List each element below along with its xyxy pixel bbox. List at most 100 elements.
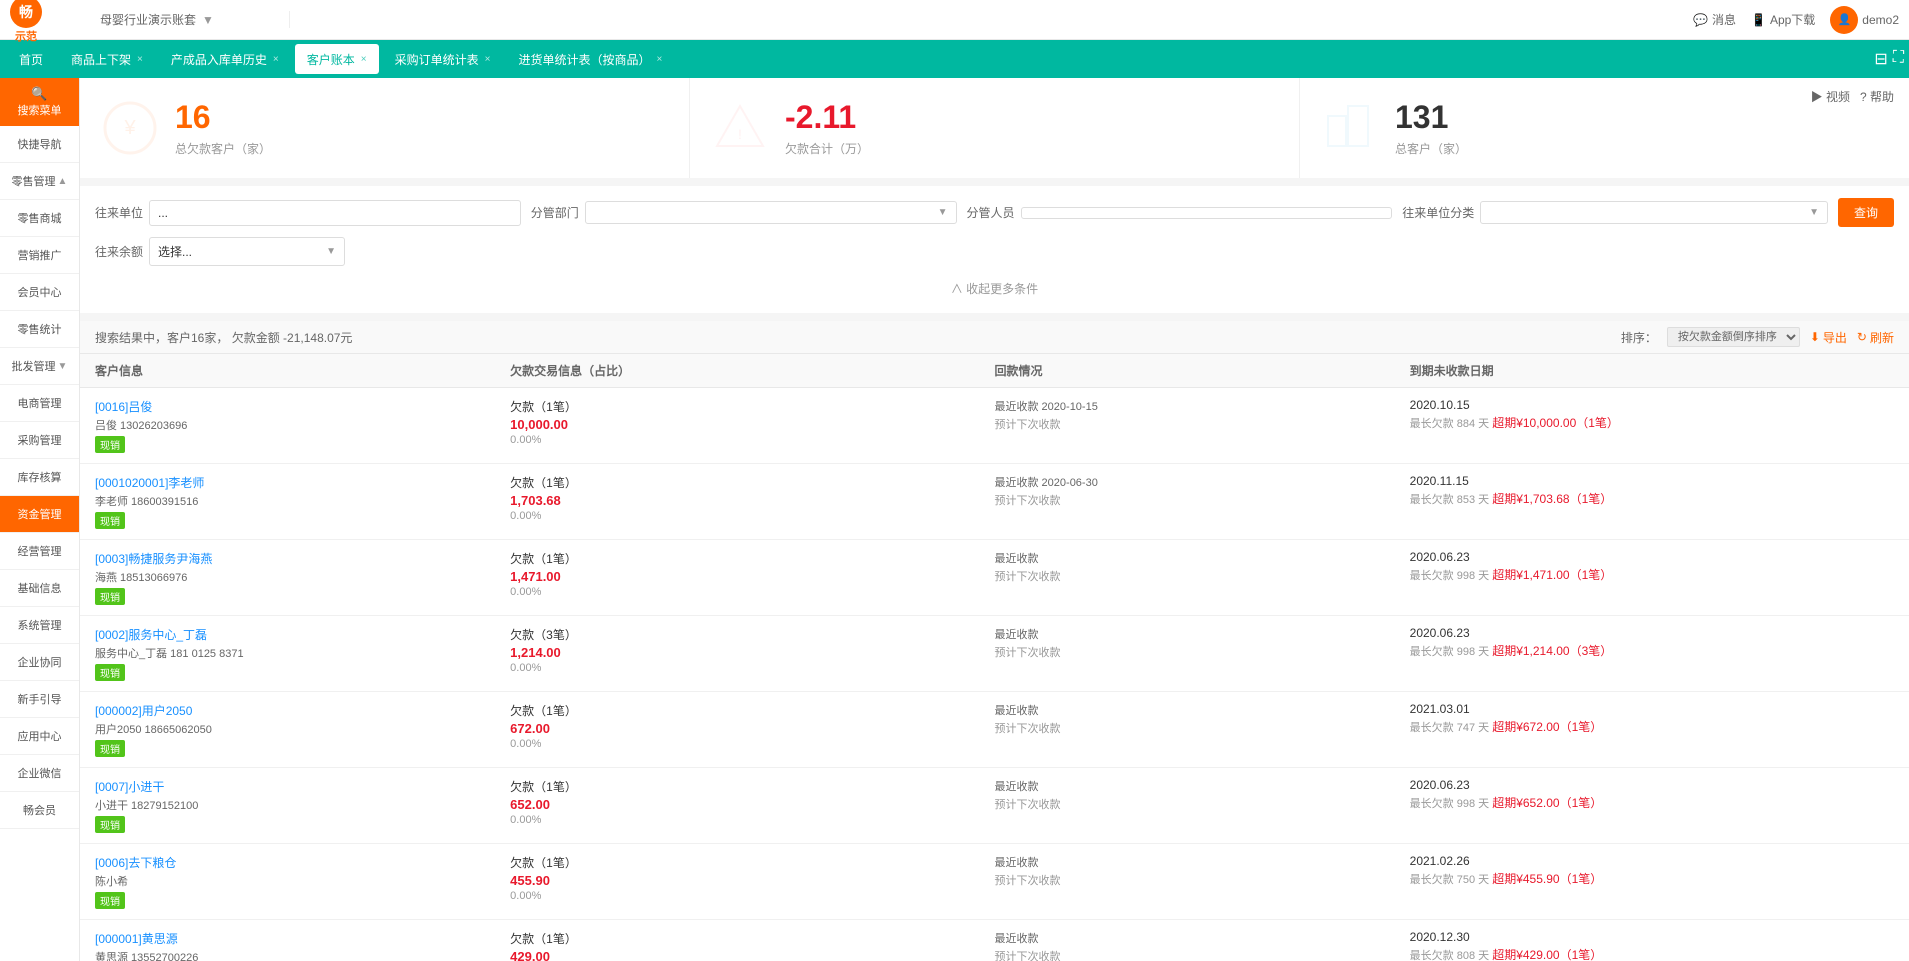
from-unit-input[interactable]: ... [149,200,521,226]
customer-name-0[interactable]: [0016]吕俊 [95,398,510,415]
customer-name-2[interactable]: [0003]畅捷服务尹海燕 [95,550,510,567]
sidebar-item-wecom[interactable]: 企业微信 [0,755,79,792]
overdue-amount-7[interactable]: 超期¥429.00（1笔） [1492,948,1602,961]
debt-amount-6[interactable]: 455.90 [510,873,994,888]
sidebar-item-retail-mgmt[interactable]: 零售管理 ▲ [0,163,79,200]
due-days-6: 最长欠款 750 天 超期¥455.90（1笔） [1410,870,1894,887]
sidebar-item-retail-mall[interactable]: 零售商城 [0,200,79,237]
customer-name-7[interactable]: [000001]黄思源 [95,930,510,947]
sidebar-item-system[interactable]: 系统管理 [0,607,79,644]
sidebar-item-finance[interactable]: 资金管理 [0,496,79,533]
due-days-3: 最长欠款 998 天 超期¥1,214.00（3笔） [1410,642,1894,659]
customer-name-1[interactable]: [0001020001]李老师 [95,474,510,491]
customer-name-5[interactable]: [0007]小进干 [95,778,510,795]
debt-info-4: 欠款（1笔） 672.00 0.00% [510,702,994,757]
customer-tag-3: 现销 [95,664,125,681]
tab-purchase-order[interactable]: 采购订单统计表 × [383,44,503,74]
tab-purchase-stats[interactable]: 进货单统计表（按商品） × [506,44,674,74]
sidebar-item-vip[interactable]: 畅会员 [0,792,79,829]
sidebar-item-operations[interactable]: 经营管理 [0,533,79,570]
sidebar-item-marketing[interactable]: 营销推广 [0,237,79,274]
overdue-amount-3[interactable]: 超期¥1,214.00（3笔） [1492,644,1612,658]
table-row: [0002]服务中心_丁磊 服务中心_丁磊 181 0125 8371 现销 欠… [80,616,1909,692]
sidebar-item-quick-nav[interactable]: 快捷导航 [0,126,79,163]
sidebar-item-app-center[interactable]: 应用中心 [0,718,79,755]
overdue-amount-4[interactable]: 超期¥672.00（1笔） [1492,720,1602,734]
company-selector[interactable]: 母婴行业演示账套 ▼ [90,11,290,28]
customer-name-3[interactable]: [0002]服务中心_丁磊 [95,626,510,643]
next-payment-1: 预计下次收款 [995,492,1410,508]
video-button[interactable]: ▶ 视频 [1811,88,1850,105]
cat-chevron-icon: ▼ [1809,207,1819,218]
customer-tag-2: 现销 [95,588,125,605]
overdue-amount-0[interactable]: 超期¥10,000.00（1笔） [1492,416,1619,430]
debt-amount-5[interactable]: 652.00 [510,797,994,812]
close-tab-customer-account[interactable]: × [361,54,367,65]
sidebar-item-newbie[interactable]: 新手引导 [0,681,79,718]
sidebar-search[interactable]: 🔍 搜索菜单 [0,78,79,126]
debt-amount-label: 欠款合计（万） [785,140,1279,157]
help-button[interactable]: ? 帮助 [1860,88,1894,105]
unit-balance-input[interactable]: 选择... ▼ [149,237,345,266]
user-avatar-area[interactable]: 👤 demo2 [1830,6,1899,34]
due-info-4: 2021.03.01 最长欠款 747 天 超期¥672.00（1笔） [1410,702,1894,757]
manager-input[interactable] [1021,207,1393,219]
sidebar-item-retail-stats[interactable]: 零售统计 [0,311,79,348]
due-days-7: 最长欠款 808 天 超期¥429.00（1笔） [1410,946,1894,961]
sidebar-item-purchase[interactable]: 采购管理 [0,422,79,459]
overdue-amount-2[interactable]: 超期¥1,471.00（1笔） [1492,568,1612,582]
debt-percent-1: 0.00% [510,510,994,522]
overdue-amount-6[interactable]: 超期¥455.90（1笔） [1492,872,1602,886]
due-info-0: 2020.10.15 最长欠款 884 天 超期¥10,000.00（1笔） [1410,398,1894,453]
due-date-7: 2020.12.30 [1410,930,1894,944]
tab-product-history[interactable]: 产成品入库单历史 × [159,44,291,74]
debt-amount-1[interactable]: 1,703.68 [510,493,994,508]
debt-amount-7[interactable]: 429.00 [510,949,994,961]
export-button[interactable]: ⬇ 导出 [1810,329,1847,346]
close-tab-product-history[interactable]: × [273,54,279,65]
nav-fullscreen-icon[interactable]: ⛶ [1893,49,1904,69]
next-payment-5: 预计下次收款 [995,796,1410,812]
sidebar-item-inventory[interactable]: 库存核算 [0,459,79,496]
close-tab-purchase-stats[interactable]: × [656,54,662,65]
overdue-amount-5[interactable]: 超期¥652.00（1笔） [1492,796,1602,810]
debt-amount-2[interactable]: 1,471.00 [510,569,994,584]
sidebar-item-basic-info[interactable]: 基础信息 [0,570,79,607]
next-payment-4: 预计下次收款 [995,720,1410,736]
department-input[interactable]: ▼ [585,201,957,224]
message-button[interactable]: 💬 消息 [1693,11,1736,28]
sidebar-item-enterprise[interactable]: 企业协同 [0,644,79,681]
table-row: [0003]畅捷服务尹海燕 海燕 18513066976 现销 欠款（1笔） 1… [80,540,1909,616]
search-button[interactable]: 查询 [1838,198,1894,227]
customer-info-2: [0003]畅捷服务尹海燕 海燕 18513066976 现销 [95,550,510,605]
close-tab-product-shelf[interactable]: × [137,54,143,65]
overdue-amount-1[interactable]: 超期¥1,703.68（1笔） [1492,492,1612,506]
app-download-button[interactable]: 📱 App下载 [1751,11,1815,28]
close-tab-purchase-order[interactable]: × [485,54,491,65]
unit-category-input[interactable]: ▼ [1480,201,1828,224]
nav-minimize-icon[interactable]: ⊟ [1874,49,1887,69]
from-unit-label: 往来单位 [95,204,143,221]
sidebar-item-batch-mgmt[interactable]: 批发管理 ▼ [0,348,79,385]
customer-tag-1: 现销 [95,512,125,529]
debt-amount-4[interactable]: 672.00 [510,721,994,736]
tab-home[interactable]: 首页 [7,44,55,74]
customer-phone-1: 李老师 18600391516 [95,493,510,509]
customer-name-6[interactable]: [0006]去下粮仓 [95,854,510,871]
refresh-icon: ↻ [1857,330,1867,344]
debt-amount-3[interactable]: 1,214.00 [510,645,994,660]
sort-select[interactable]: 按欠款金额倒序排序 [1667,327,1800,347]
tab-customer-account[interactable]: 客户账本 × [295,44,379,74]
collapse-button[interactable]: ∧ 收起更多条件 [95,276,1894,301]
chevron-icon: ▲ [58,176,68,187]
customer-name-4[interactable]: [000002]用户2050 [95,702,510,719]
recovery-info-5: 最近收款 预计下次收款 [995,778,1410,833]
due-days-2: 最长欠款 998 天 超期¥1,471.00（1笔） [1410,566,1894,583]
debt-amount-0[interactable]: 10,000.00 [510,417,994,432]
sidebar-item-member[interactable]: 会员中心 [0,274,79,311]
sidebar-item-ecommerce[interactable]: 电商管理 [0,385,79,422]
tab-product-shelf[interactable]: 商品上下架 × [59,44,155,74]
customer-phone-3: 服务中心_丁磊 181 0125 8371 [95,645,510,661]
refresh-button[interactable]: ↻ 刷新 [1857,329,1894,346]
due-days-1: 最长欠款 853 天 超期¥1,703.68（1笔） [1410,490,1894,507]
